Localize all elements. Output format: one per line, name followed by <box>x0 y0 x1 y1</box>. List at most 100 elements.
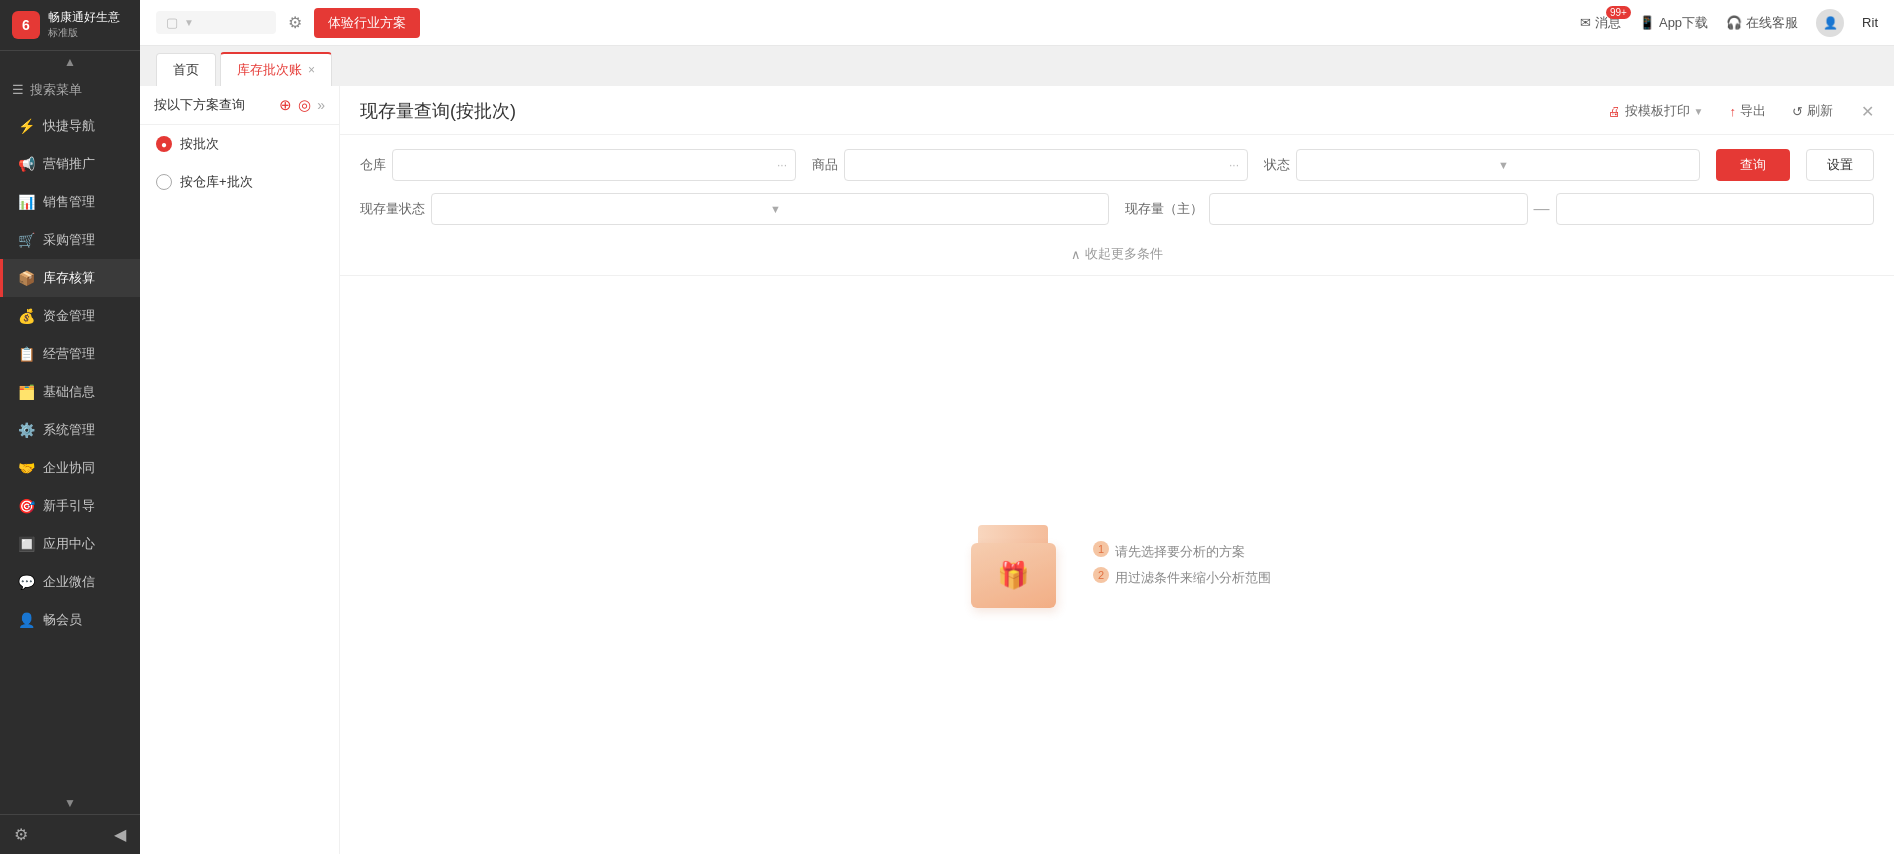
purchase-icon: 🛒 <box>17 231 35 249</box>
warehouse-input[interactable] <box>401 158 777 173</box>
messages-badge: 99+ <box>1606 6 1631 19</box>
empty-illustration: 🎁 <box>963 515 1063 615</box>
online-service-action[interactable]: 🎧 在线客服 <box>1726 14 1798 32</box>
member-icon: 👤 <box>17 611 35 629</box>
close-panel-icon[interactable]: ✕ <box>1861 102 1874 121</box>
quick-nav-icon: ⚡ <box>17 117 35 135</box>
sidebar-item-guide[interactable]: 🎯 新手引导 <box>0 487 140 525</box>
finance-icon: 💰 <box>17 307 35 325</box>
query-button[interactable]: 查询 <box>1716 149 1790 181</box>
sidebar-item-operations[interactable]: 📋 经营管理 <box>0 335 140 373</box>
app-name: 畅康通好生意 <box>48 10 120 26</box>
page-title: 现存量查询(按批次) <box>360 99 516 123</box>
main-area: ▢ ▼ ⚙ 体验行业方案 ✉ 消息 99+ 📱 App下载 🎧 在线客服 👤 R… <box>140 0 1894 854</box>
username-label[interactable]: Rit <box>1862 15 1878 30</box>
inventory-status-field: 现存量状态 ▼ <box>360 193 1109 225</box>
app-logo: 6 <box>12 11 40 39</box>
print-icon: 🖨 <box>1608 104 1621 119</box>
sidebar-nav: ⚡ 快捷导航 📢 营销推广 📊 销售管理 🛒 采购管理 📦 库存核算 💰 资金管… <box>0 107 140 792</box>
sidebar-scroll-down[interactable]: ▼ <box>0 792 140 814</box>
sales-icon: 📊 <box>17 193 35 211</box>
query-form: 仓库 ··· 商品 ··· 状态 <box>340 135 1894 276</box>
tip-line-1: 1 请先选择要分析的方案 <box>1093 539 1271 565</box>
guide-icon: 🎯 <box>17 497 35 515</box>
inventory-status-dropdown-arrow: ▼ <box>770 203 1098 215</box>
inventory-qty-max-input[interactable] <box>1556 193 1875 225</box>
sidebar-item-enterprise[interactable]: 🤝 企业协同 <box>0 449 140 487</box>
tip-line-2: 2 用过滤条件来缩小分析范围 <box>1093 565 1271 591</box>
tab-inventory-batch[interactable]: 库存批次账 × <box>220 52 332 86</box>
sidebar-item-basic[interactable]: 🗂️ 基础信息 <box>0 373 140 411</box>
main-panel: 现存量查询(按批次) 🖨 按模板打印 ▼ ↑ 导出 ↺ 刷新 <box>340 86 1894 854</box>
sidebar-item-member[interactable]: 👤 畅会员 <box>0 601 140 639</box>
warehouse-label: 仓库 <box>360 156 386 174</box>
wechat-icon: 💬 <box>17 573 35 591</box>
settings-button[interactable]: 设置 <box>1806 149 1874 181</box>
product-input-wrap[interactable]: ··· <box>844 149 1248 181</box>
operations-icon: 📋 <box>17 345 35 363</box>
status-dropdown-arrow: ▼ <box>1498 159 1689 171</box>
topbar-right: ✉ 消息 99+ 📱 App下载 🎧 在线客服 👤 Rit <box>1580 9 1878 37</box>
filter-collapse-icon[interactable]: » <box>317 97 325 113</box>
refresh-icon: ↺ <box>1792 104 1803 119</box>
messages-icon: ✉ <box>1580 15 1591 30</box>
sidebar-item-marketing[interactable]: 📢 营销推广 <box>0 145 140 183</box>
status-select[interactable]: ▼ <box>1296 149 1700 181</box>
topbar: ▢ ▼ ⚙ 体验行业方案 ✉ 消息 99+ 📱 App下载 🎧 在线客服 👤 R… <box>140 0 1894 46</box>
print-btn[interactable]: 🖨 按模板打印 ▼ <box>1600 98 1712 124</box>
sidebar-header: 6 畅康通好生意 标准版 <box>0 0 140 51</box>
topbar-gear-icon[interactable]: ⚙ <box>288 13 302 32</box>
sidebar-item-quick-nav[interactable]: ⚡ 快捷导航 <box>0 107 140 145</box>
filter-panel-actions: ⊕ ◎ » <box>279 96 325 114</box>
search-icon: ☰ <box>12 82 24 97</box>
sidebar-item-purchase[interactable]: 🛒 采购管理 <box>0 221 140 259</box>
topbar-search-input-placeholder: ▢ <box>166 15 178 30</box>
apps-icon: 🔲 <box>17 535 35 553</box>
tabbar: 首页 库存批次账 × <box>140 46 1894 86</box>
filter-panel-title: 按以下方案查询 <box>154 96 245 114</box>
sidebar-item-finance[interactable]: 💰 资金管理 <box>0 297 140 335</box>
filter-settings-icon[interactable]: ◎ <box>298 96 311 114</box>
app-download-action[interactable]: 📱 App下载 <box>1639 14 1708 32</box>
sidebar-search[interactable]: ☰ 搜索菜单 <box>0 73 140 107</box>
filter-add-icon[interactable]: ⊕ <box>279 96 292 114</box>
sidebar-item-sales[interactable]: 📊 销售管理 <box>0 183 140 221</box>
inventory-icon: 📦 <box>17 269 35 287</box>
sidebar-item-system[interactable]: ⚙️ 系统管理 <box>0 411 140 449</box>
refresh-btn[interactable]: ↺ 刷新 <box>1784 98 1841 124</box>
sidebar-item-inventory[interactable]: 📦 库存核算 <box>0 259 140 297</box>
empty-tips: 1 请先选择要分析的方案 2 用过滤条件来缩小分析范围 <box>1093 539 1271 591</box>
sidebar-collapse-icon[interactable]: ◀ <box>114 825 126 844</box>
inventory-status-select[interactable]: ▼ <box>431 193 1109 225</box>
form-row-2: 现存量状态 ▼ 现存量（主） — <box>360 193 1874 225</box>
enterprise-icon: 🤝 <box>17 459 35 477</box>
sidebar-footer: ⚙ ◀ <box>0 814 140 854</box>
tab-home[interactable]: 首页 <box>156 53 216 86</box>
export-btn[interactable]: ↑ 导出 <box>1722 98 1775 124</box>
messages-action[interactable]: ✉ 消息 99+ <box>1580 14 1621 32</box>
inventory-qty-label: 现存量（主） <box>1125 200 1203 218</box>
inventory-status-label: 现存量状态 <box>360 200 425 218</box>
warehouse-more-icon[interactable]: ··· <box>777 158 787 172</box>
tab-close-inventory-batch[interactable]: × <box>308 64 315 76</box>
topbar-search[interactable]: ▢ ▼ <box>156 11 276 34</box>
filter-item-by-batch[interactable]: ● 按批次 <box>140 125 339 163</box>
user-avatar[interactable]: 👤 <box>1816 9 1844 37</box>
product-input[interactable] <box>853 158 1229 173</box>
product-more-icon[interactable]: ··· <box>1229 158 1239 172</box>
filter-dot-active: ● <box>156 136 172 152</box>
warehouse-input-wrap[interactable]: ··· <box>392 149 796 181</box>
sidebar-item-apps[interactable]: 🔲 应用中心 <box>0 525 140 563</box>
print-dropdown-icon: ▼ <box>1694 106 1704 117</box>
service-icon: 🎧 <box>1726 15 1742 30</box>
collapse-row[interactable]: ∧ 收起更多条件 <box>360 237 1874 265</box>
sidebar-item-wechat[interactable]: 💬 企业微信 <box>0 563 140 601</box>
qty-range-dash: — <box>1534 200 1550 218</box>
sidebar-settings-icon[interactable]: ⚙ <box>14 825 28 844</box>
experience-btn[interactable]: 体验行业方案 <box>314 8 420 38</box>
product-label: 商品 <box>812 156 838 174</box>
inventory-qty-min-input[interactable] <box>1209 193 1528 225</box>
filter-item-by-warehouse-batch[interactable]: 按仓库+批次 <box>140 163 339 201</box>
sidebar-scroll-up[interactable]: ▲ <box>0 51 140 73</box>
product-field: 商品 ··· <box>812 149 1248 181</box>
